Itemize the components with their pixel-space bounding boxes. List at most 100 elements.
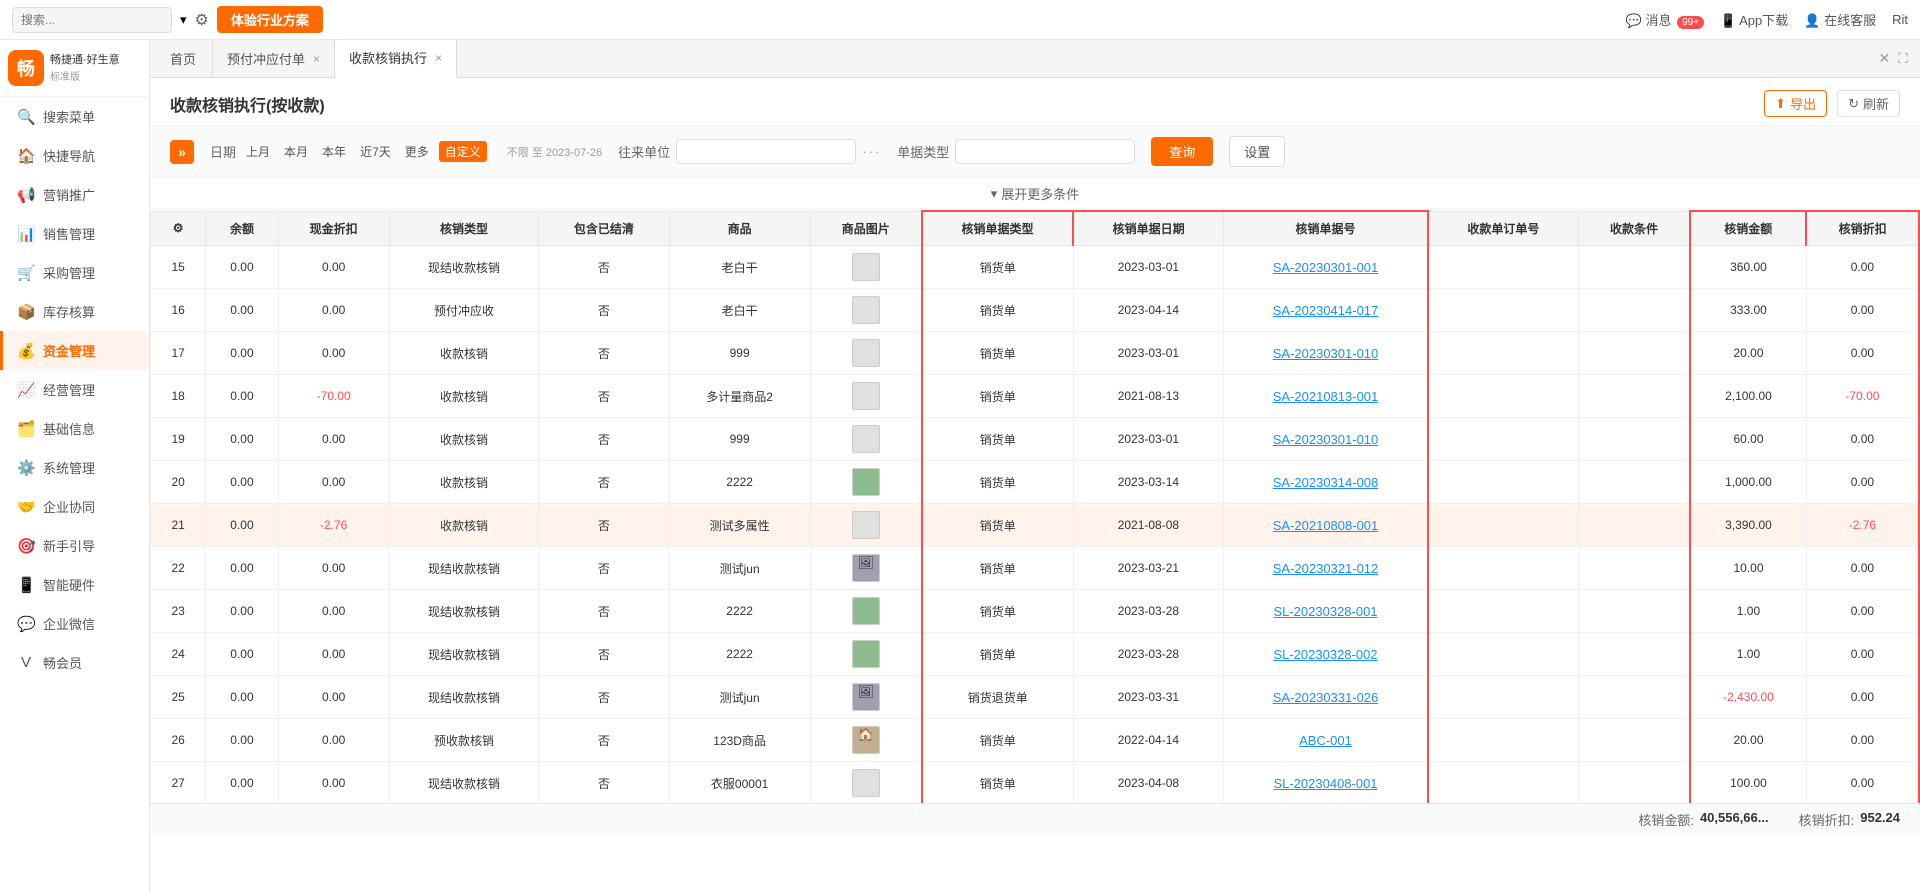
sidebar-item-guide[interactable]: 🎯 新手引导	[0, 526, 149, 565]
voucher-no-link[interactable]: SA-20230301-010	[1273, 432, 1379, 447]
th-cash-discount: 现金折扣	[278, 211, 389, 246]
cell-receipt-order	[1428, 504, 1578, 547]
cell-receipt-cond	[1578, 289, 1690, 332]
date-opt-custom[interactable]: 自定义	[439, 141, 487, 162]
th-verify-type: 核销类型	[389, 211, 539, 246]
cell-receipt-cond	[1578, 246, 1690, 289]
sidebar-item-system[interactable]: ⚙️ 系统管理	[0, 448, 149, 487]
voucher-no-link[interactable]: ABC-001	[1299, 733, 1352, 748]
industry-btn[interactable]: 体验行业方案	[217, 6, 323, 33]
close-all-icon[interactable]: ✕	[1878, 50, 1890, 67]
cell-id: 17	[151, 332, 206, 375]
cell-voucher-type: 销货单	[922, 246, 1073, 289]
tab-prepay-close[interactable]: ×	[313, 52, 320, 66]
voucher-no-link[interactable]: SA-20230414-017	[1273, 303, 1379, 318]
date-opt-last-month[interactable]: 上月	[242, 141, 274, 162]
cell-verify-discount: 0.00	[1806, 762, 1919, 804]
cell-cash-discount: 0.00	[278, 762, 389, 804]
voucher-no-link[interactable]: SL-20230328-002	[1273, 647, 1377, 662]
cell-verify-type: 预付冲应收	[389, 289, 539, 332]
table-row: 16 0.00 0.00 预付冲应收 否 老白干 销货单 2023-04-14 …	[151, 289, 1920, 332]
cell-verify-amount: 10.00	[1690, 547, 1806, 590]
voucher-no-link[interactable]: SL-20230408-001	[1273, 776, 1377, 791]
cell-verify-type: 收款核销	[389, 332, 539, 375]
sidebar-item-label: 新手引导	[43, 536, 95, 555]
date-opt-7days[interactable]: 近7天	[356, 141, 395, 162]
cell-goods-img: 🖼	[810, 676, 922, 719]
tab-receipt-close[interactable]: ×	[435, 51, 442, 65]
sidebar-item-operation[interactable]: 📈 经营管理	[0, 370, 149, 409]
sidebar-item-member[interactable]: V 畅会员	[0, 643, 149, 682]
sidebar-item-wechat[interactable]: 💬 企业微信	[0, 604, 149, 643]
search-icon: 🔍	[17, 108, 35, 126]
filter-date-group: 日期 上月 本月 本年 近7天 更多 自定义	[210, 141, 487, 162]
date-opt-this-month[interactable]: 本月	[280, 141, 312, 162]
cell-goods-img	[810, 246, 922, 289]
cell-goods-img	[810, 762, 922, 804]
sidebar-item-finance[interactable]: 💰 资金管理	[0, 331, 149, 370]
tab-home[interactable]: 首页	[154, 40, 213, 78]
sidebar-item-quick[interactable]: 🏠 快捷导航	[0, 136, 149, 175]
th-balance: 余额	[206, 211, 278, 246]
cell-verify-discount: -2.76	[1806, 504, 1919, 547]
online-service-link[interactable]: 👤 在线客服	[1804, 10, 1876, 29]
th-settings[interactable]: ⚙	[151, 211, 206, 246]
voucher-no-link[interactable]: SL-20230328-001	[1273, 604, 1377, 619]
tab-receipt[interactable]: 收款核销执行 ×	[335, 40, 457, 78]
setting-button[interactable]: 设置	[1229, 136, 1285, 167]
cell-id: 25	[151, 676, 206, 719]
voucher-no-link[interactable]: SA-20230314-008	[1273, 475, 1379, 490]
export-button[interactable]: ⬆ 导出	[1764, 90, 1827, 117]
export-label: 导出	[1790, 94, 1816, 113]
sidebar-item-inventory[interactable]: 📦 库存核算	[0, 292, 149, 331]
cell-receipt-cond	[1578, 461, 1690, 504]
sidebar-item-basic[interactable]: 🗂️ 基础信息	[0, 409, 149, 448]
sidebar-item-label: 库存核算	[43, 302, 95, 321]
voucher-no-link[interactable]: SA-20210813-001	[1273, 389, 1379, 404]
sidebar-item-corp[interactable]: 🤝 企业协同	[0, 487, 149, 526]
voucher-no-link[interactable]: SA-20230321-012	[1273, 561, 1379, 576]
maximize-icon[interactable]: ⛶	[1898, 50, 1908, 67]
gear-icon[interactable]: ⚙	[195, 10, 209, 30]
voucher-no-link[interactable]: SA-20230301-001	[1273, 260, 1379, 275]
cell-receipt-order	[1428, 461, 1578, 504]
partner-input[interactable]	[676, 139, 856, 164]
voucher-no-link[interactable]: SA-20230301-010	[1273, 346, 1379, 361]
expand-more-btn[interactable]: ▾ 展开更多条件	[991, 184, 1080, 203]
query-button[interactable]: 查询	[1151, 137, 1213, 166]
voucher-no-link[interactable]: SA-20210808-001	[1273, 518, 1379, 533]
cell-included: 否	[539, 375, 669, 418]
sidebar-item-search[interactable]: 🔍 搜索菜单	[0, 97, 149, 136]
cell-cash-discount: 0.00	[278, 590, 389, 633]
sidebar-item-label: 企业协同	[43, 497, 95, 516]
tab-prepay[interactable]: 预付冲应付单 ×	[213, 40, 335, 78]
cell-cash-discount: 0.00	[278, 461, 389, 504]
app-download-link[interactable]: 📱 App下载	[1720, 10, 1788, 29]
date-opt-more[interactable]: 更多	[401, 141, 433, 162]
voucher-type-select[interactable]	[955, 139, 1135, 164]
th-voucher-type: 核销单据类型	[922, 211, 1073, 246]
table-header-row: ⚙ 余额 现金折扣 核销类型 包含已结清 商品 商品图片 核销单据类型 核销单据…	[151, 211, 1920, 246]
sidebar-item-marketing[interactable]: 📢 营销推广	[0, 175, 149, 214]
message-icon[interactable]: 💬 消息 99+	[1626, 10, 1704, 29]
user-name[interactable]: Rit	[1892, 12, 1908, 27]
date-opt-this-year[interactable]: 本年	[318, 141, 350, 162]
sidebar-item-hardware[interactable]: 📱 智能硬件	[0, 565, 149, 604]
system-icon: ⚙️	[17, 459, 35, 477]
search-input[interactable]	[12, 7, 172, 33]
cell-verify-type: 收款核销	[389, 504, 539, 547]
total-verify-discount-value: 952.24	[1860, 810, 1900, 829]
sidebar-item-purchase[interactable]: 🛒 采购管理	[0, 253, 149, 292]
table-row: 25 0.00 0.00 现结收款核销 否 测试jun 🖼 销货退货单 2023…	[151, 676, 1920, 719]
sidebar-item-sales[interactable]: 📊 销售管理	[0, 214, 149, 253]
cell-voucher-date: 2023-03-01	[1073, 332, 1223, 375]
cell-cash-discount: -70.00	[278, 375, 389, 418]
refresh-button[interactable]: ↻ 刷新	[1837, 90, 1900, 117]
cell-voucher-type: 销货单	[922, 719, 1073, 762]
th-included: 包含已结清	[539, 211, 669, 246]
voucher-no-link[interactable]: SA-20230331-026	[1273, 690, 1379, 705]
cell-verify-discount: 0.00	[1806, 547, 1919, 590]
total-verify-amount: 核销金额: 40,556,66...	[1638, 810, 1768, 829]
refresh-icon: ↻	[1848, 96, 1859, 112]
filter-toggle-btn[interactable]: »	[170, 140, 194, 164]
